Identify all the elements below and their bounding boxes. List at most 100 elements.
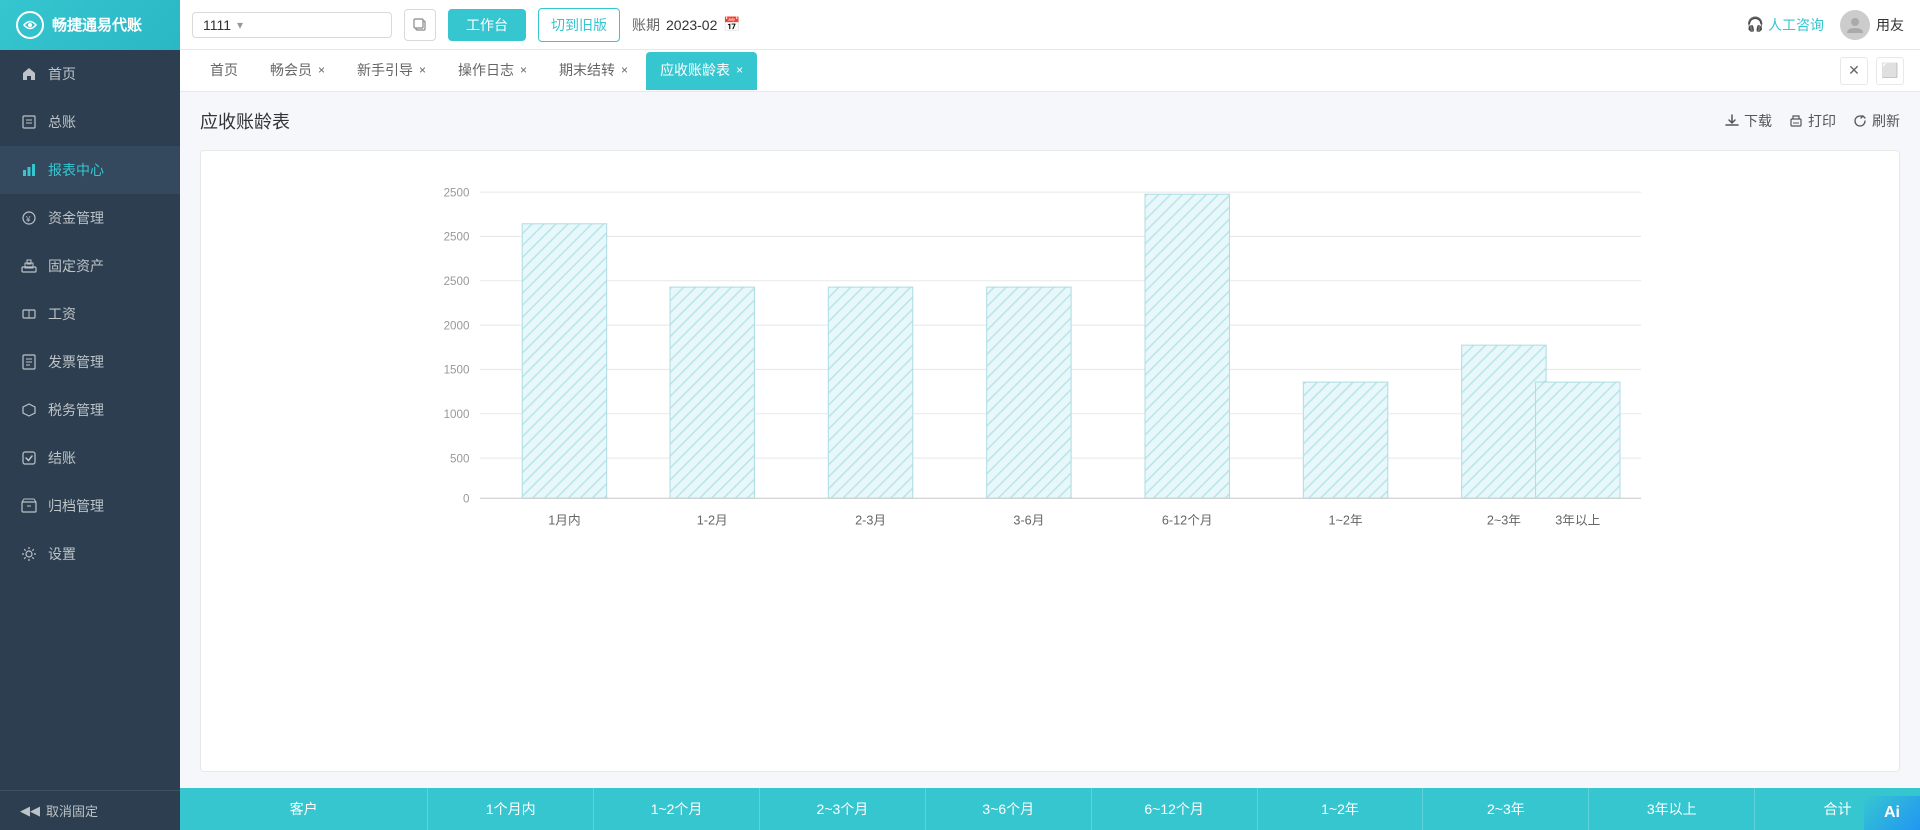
workbench-button[interactable]: 工作台: [448, 9, 526, 41]
download-button[interactable]: 下载: [1724, 111, 1772, 131]
settings-icon: [20, 545, 38, 563]
switch-version-button[interactable]: 切到旧版: [538, 8, 620, 42]
svg-text:2500: 2500: [444, 275, 470, 288]
ai-button[interactable]: Ai: [1864, 796, 1920, 830]
th-3yearplus: 3年以上: [1589, 788, 1755, 830]
download-label: 下载: [1744, 111, 1772, 131]
sidebar-item-home[interactable]: 首页: [0, 50, 180, 98]
refresh-icon: [1852, 113, 1868, 129]
top-header: 畅捷通易代账 1111 ▾ 工作台 切到旧版 账期 2023-02 📅 🎧 人工…: [0, 0, 1920, 50]
maximize-tab-button[interactable]: ⬜: [1876, 57, 1904, 85]
download-icon: [1724, 113, 1740, 129]
archive-icon: [20, 497, 38, 515]
home-icon: [20, 65, 38, 83]
svg-text:2500: 2500: [444, 186, 470, 199]
tab-close-member[interactable]: ×: [318, 63, 325, 77]
print-button[interactable]: 打印: [1788, 111, 1836, 131]
company-name: 1111: [203, 17, 231, 33]
checkout-icon: [20, 449, 38, 467]
sidebar-label-invoice: 发票管理: [48, 352, 104, 372]
tab-bar-actions: ✕ ⬜: [1840, 57, 1904, 85]
th-6-12month: 6~12个月: [1092, 788, 1258, 830]
tab-ar-aging[interactable]: 应收账龄表 ×: [646, 52, 757, 90]
sidebar-label-home: 首页: [48, 64, 76, 84]
sidebar-label-salary: 工资: [48, 304, 76, 324]
sidebar-item-ledger[interactable]: 总账: [0, 98, 180, 146]
svg-text:2000: 2000: [444, 319, 470, 332]
sidebar-label-assets: 固定资产: [48, 256, 104, 276]
tab-close-guide[interactable]: ×: [419, 63, 426, 77]
sidebar-item-archive[interactable]: 归档管理: [0, 482, 180, 530]
period-value: 2023-02: [666, 17, 717, 33]
tab-guide[interactable]: 新手引导 ×: [343, 52, 440, 90]
tab-member[interactable]: 畅会员 ×: [256, 52, 339, 90]
sidebar-label-ledger: 总账: [48, 112, 76, 132]
svg-text:1500: 1500: [444, 364, 470, 377]
tab-label-period-end: 期末结转: [559, 60, 615, 80]
reports-icon: [20, 161, 38, 179]
sidebar-label-reports: 报表中心: [48, 160, 104, 180]
chevron-down-icon: ▾: [237, 18, 243, 32]
refresh-button[interactable]: 刷新: [1852, 111, 1900, 131]
svg-text:1-2月: 1-2月: [697, 514, 728, 528]
sidebar: 首页 总账 报表中心 ¥ 资金管理 固定资产: [0, 50, 180, 830]
tab-label-home: 首页: [210, 60, 238, 80]
sidebar-item-checkout[interactable]: 结账: [0, 434, 180, 482]
page-content: 应收账龄表 下载: [180, 92, 1920, 788]
service-button[interactable]: 🎧 人工咨询: [1747, 15, 1824, 35]
sidebar-label-settings: 设置: [48, 544, 76, 564]
assets-icon: [20, 257, 38, 275]
company-selector[interactable]: 1111 ▾: [192, 12, 392, 38]
sidebar-label-tax: 税务管理: [48, 400, 104, 420]
sidebar-item-tax[interactable]: 税务管理: [0, 386, 180, 434]
period-area: 账期 2023-02 📅: [632, 15, 741, 35]
page-title: 应收账龄表: [200, 108, 290, 134]
calendar-icon[interactable]: 📅: [723, 16, 740, 33]
th-2-3month: 2~3个月: [760, 788, 926, 830]
tax-icon: [20, 401, 38, 419]
table-header: 客户 1个月内 1~2个月 2~3个月 3~6个月 6~12个月 1~2年 2~…: [180, 788, 1920, 830]
page-header: 应收账龄表 下载: [200, 108, 1900, 134]
tab-label-guide: 新手引导: [357, 60, 413, 80]
sidebar-item-settings[interactable]: 设置: [0, 530, 180, 578]
user-area[interactable]: 用友: [1840, 10, 1904, 40]
tab-period-end[interactable]: 期末结转 ×: [545, 52, 642, 90]
bar-chart: 2500 2500 2500 2000 1500 1000 500 0: [221, 171, 1879, 551]
logo-text: 畅捷通易代账: [52, 14, 142, 35]
page-actions: 下载 打印 刷新: [1724, 111, 1900, 131]
sidebar-item-salary[interactable]: 工资: [0, 290, 180, 338]
pin-toggle[interactable]: ◀◀ 取消固定: [0, 790, 180, 830]
th-1-2year: 1~2年: [1258, 788, 1424, 830]
svg-text:1~2年: 1~2年: [1328, 514, 1362, 528]
header-right: 🎧 人工咨询 用友: [1747, 10, 1904, 40]
svg-text:3年以上: 3年以上: [1555, 514, 1600, 528]
copy-button[interactable]: [404, 9, 436, 41]
tab-home[interactable]: 首页: [196, 52, 252, 90]
tab-close-ar-aging[interactable]: ×: [736, 63, 743, 77]
headset-icon: 🎧: [1747, 16, 1764, 33]
sidebar-item-invoice[interactable]: 发票管理: [0, 338, 180, 386]
user-name: 用友: [1876, 15, 1904, 35]
svg-text:2500: 2500: [444, 231, 470, 244]
sidebar-item-assets[interactable]: 固定资产: [0, 242, 180, 290]
invoice-icon: [20, 353, 38, 371]
th-1month: 1个月内: [428, 788, 594, 830]
svg-text:1月内: 1月内: [548, 514, 580, 528]
pin-label: 取消固定: [46, 801, 98, 820]
svg-text:6-12个月: 6-12个月: [1162, 514, 1213, 528]
tab-label-ar-aging: 应收账龄表: [660, 60, 730, 80]
th-customer: 客户: [180, 788, 428, 830]
tab-oplog[interactable]: 操作日志 ×: [444, 52, 541, 90]
sidebar-item-funds[interactable]: ¥ 资金管理: [0, 194, 180, 242]
tab-close-period-end[interactable]: ×: [621, 63, 628, 77]
ledger-icon: [20, 113, 38, 131]
refresh-label: 刷新: [1872, 111, 1900, 131]
sidebar-item-reports[interactable]: 报表中心: [0, 146, 180, 194]
close-tab-button[interactable]: ✕: [1840, 57, 1868, 85]
pin-icon: ◀◀: [20, 803, 40, 819]
sidebar-label-funds: 资金管理: [48, 208, 104, 228]
svg-text:1000: 1000: [444, 408, 470, 421]
logo-area: 畅捷通易代账: [0, 0, 180, 50]
svg-text:500: 500: [450, 452, 469, 465]
tab-close-oplog[interactable]: ×: [520, 63, 527, 77]
